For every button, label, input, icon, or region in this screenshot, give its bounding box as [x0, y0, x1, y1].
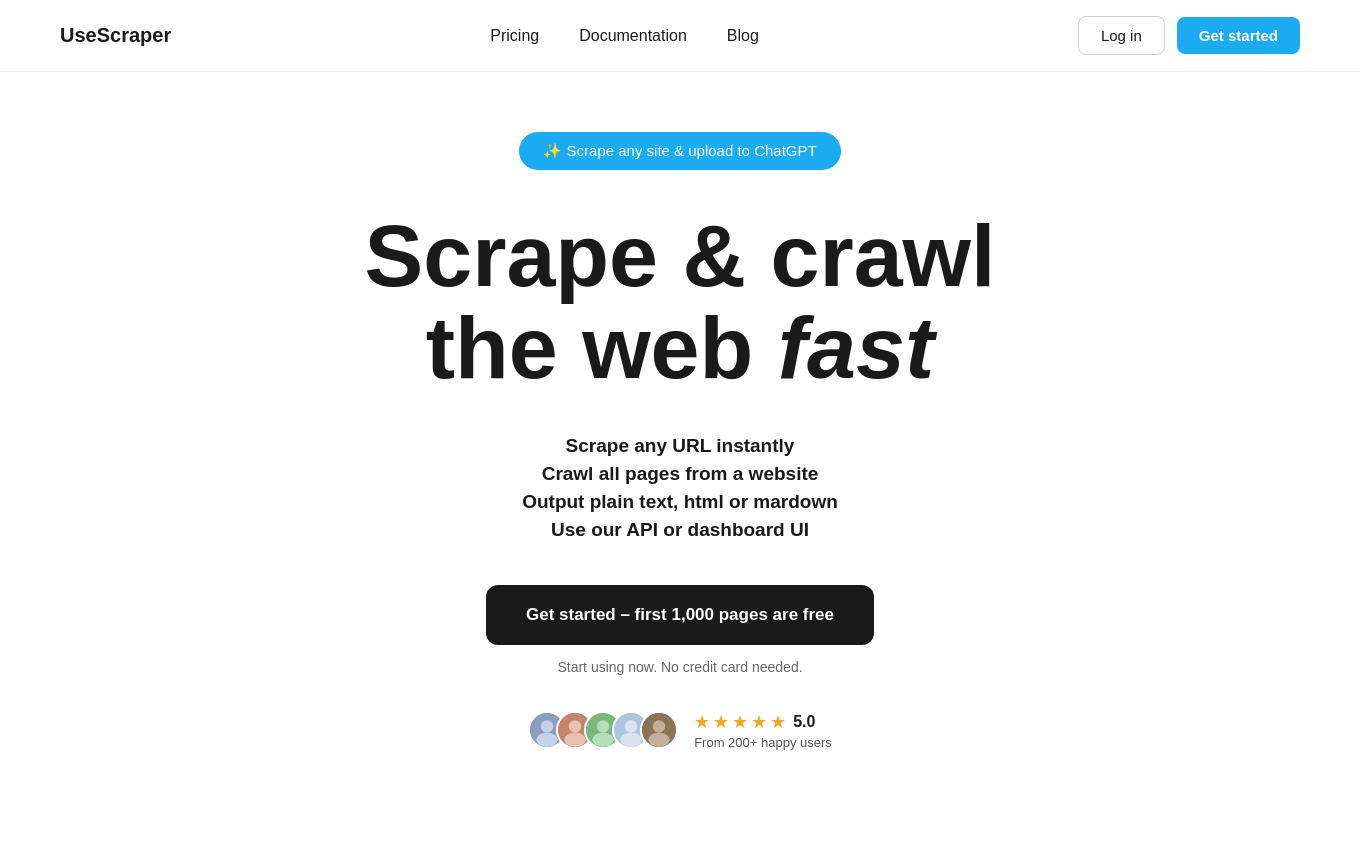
- rating-text: From 200+ happy users: [694, 735, 832, 750]
- nav-blog-link[interactable]: Blog: [727, 27, 759, 45]
- cta-button[interactable]: Get started – first 1,000 pages are free: [486, 585, 874, 645]
- svg-point-8: [592, 733, 613, 747]
- hero-badge[interactable]: ✨ Scrape any site & upload to ChatGPT: [519, 132, 840, 170]
- hero-section: ✨ Scrape any site & upload to ChatGPT Sc…: [0, 72, 1360, 790]
- nav-logo[interactable]: UseScraper: [60, 24, 171, 47]
- nav-pricing-link[interactable]: Pricing: [490, 27, 539, 45]
- nav-links: Pricing Documentation Blog: [490, 27, 759, 45]
- svg-point-10: [625, 720, 638, 733]
- get-started-nav-button[interactable]: Get started: [1177, 17, 1300, 54]
- hero-title-line1: Scrape & crawl: [365, 206, 996, 305]
- login-button[interactable]: Log in: [1078, 16, 1165, 55]
- svg-point-13: [653, 720, 666, 733]
- feature-3: Output plain text, html or mardown: [522, 491, 838, 513]
- hero-title: Scrape & crawl the web fast: [365, 210, 996, 395]
- cta-subtitle: Start using now. No credit card needed.: [557, 659, 802, 675]
- svg-point-7: [597, 720, 610, 733]
- star-4: ★: [751, 711, 767, 733]
- rating-info: ★ ★ ★ ★ ★ 5.0 From 200+ happy users: [694, 711, 832, 750]
- avatar-5: [640, 711, 678, 749]
- hero-title-line2: the web: [426, 298, 778, 397]
- feature-4: Use our API or dashboard UI: [522, 519, 838, 541]
- feature-1: Scrape any URL instantly: [522, 435, 838, 457]
- hero-title-italic: fast: [778, 298, 935, 397]
- star-2: ★: [713, 711, 729, 733]
- svg-point-1: [541, 720, 554, 733]
- nav-documentation-link[interactable]: Documentation: [579, 27, 687, 45]
- rating-score: 5.0: [793, 713, 815, 731]
- avatars-group: [528, 711, 678, 749]
- svg-point-11: [620, 733, 641, 747]
- nav-actions: Log in Get started: [1078, 16, 1300, 55]
- svg-point-2: [536, 733, 557, 747]
- stars-row: ★ ★ ★ ★ ★ 5.0: [694, 711, 832, 733]
- star-3: ★: [732, 711, 748, 733]
- star-5: ★: [770, 711, 786, 733]
- social-proof: ★ ★ ★ ★ ★ 5.0 From 200+ happy users: [528, 711, 832, 750]
- hero-features: Scrape any URL instantly Crawl all pages…: [522, 435, 838, 541]
- navbar: UseScraper Pricing Documentation Blog Lo…: [0, 0, 1360, 72]
- svg-point-5: [564, 733, 585, 747]
- star-1: ★: [694, 711, 710, 733]
- svg-point-14: [648, 733, 669, 747]
- svg-point-4: [569, 720, 582, 733]
- feature-2: Crawl all pages from a website: [522, 463, 838, 485]
